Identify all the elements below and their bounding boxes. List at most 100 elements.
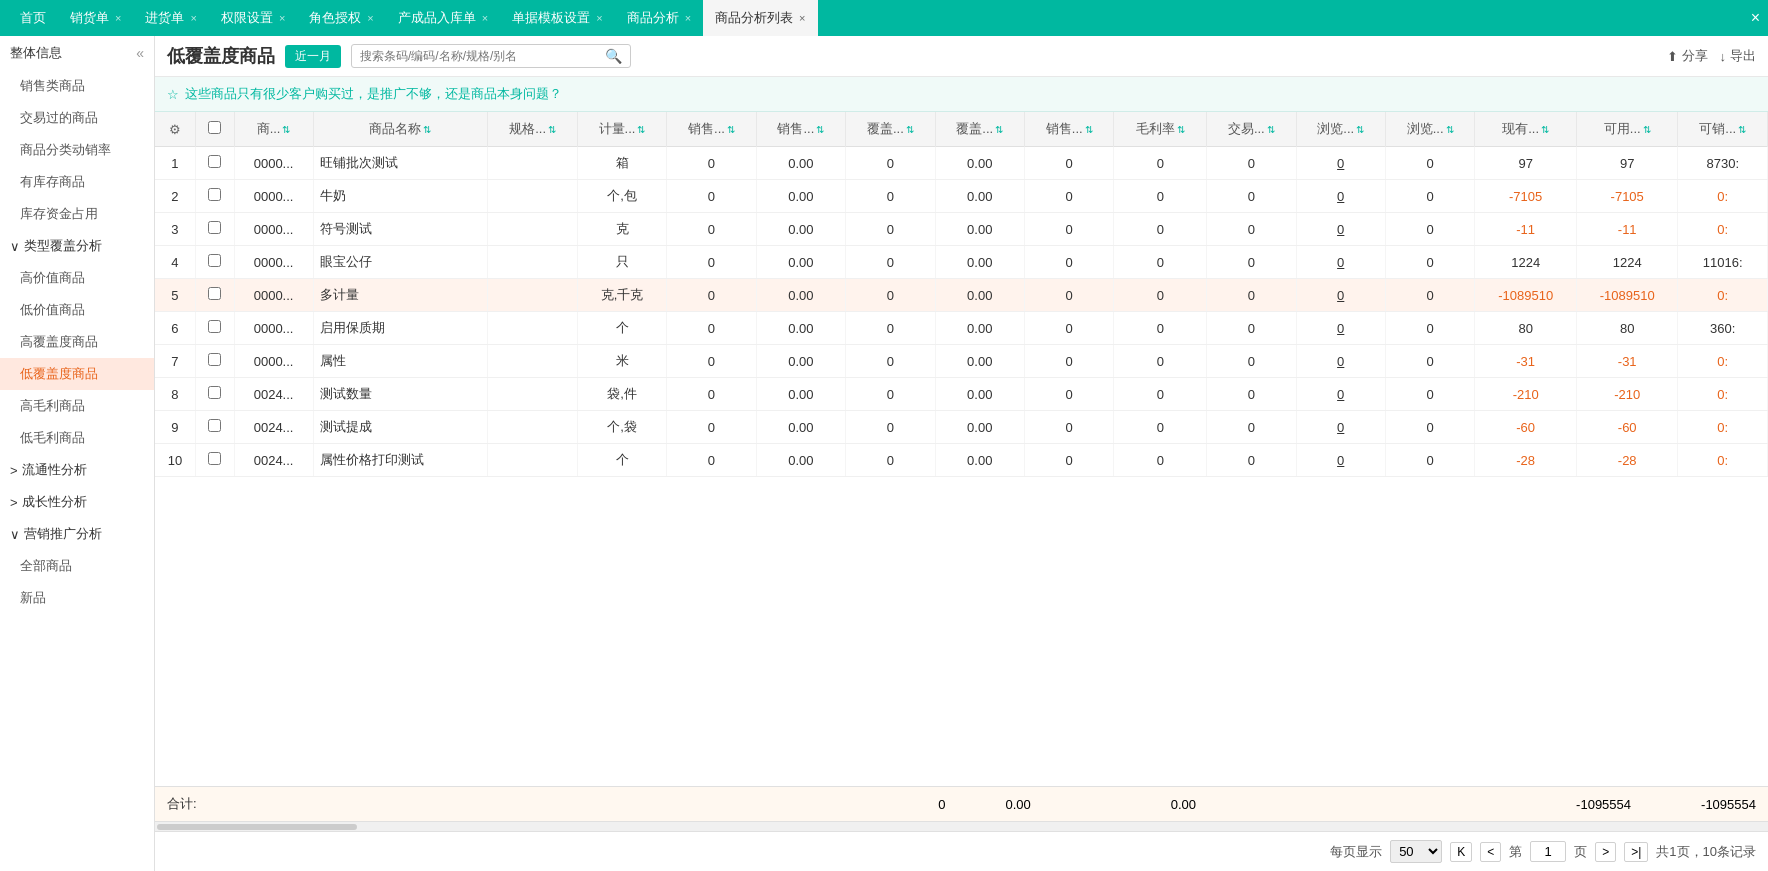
sidebar-item-traded-goods[interactable]: 交易过的商品: [0, 102, 154, 134]
sidebar-section-overall[interactable]: 整体信息 «: [0, 36, 154, 70]
close-tab-sales[interactable]: ×: [115, 12, 121, 24]
row-checkbox[interactable]: [195, 279, 234, 312]
row-cover1: 0: [846, 411, 935, 444]
row-sales3: 0: [1024, 411, 1113, 444]
sidebar-item-in-stock[interactable]: 有库存商品: [0, 166, 154, 198]
sidebar-group-marketing[interactable]: ∨ 营销推广分析: [0, 518, 154, 550]
row-browse1[interactable]: 0: [1296, 147, 1385, 180]
nav-tab-roles[interactable]: 角色授权 ×: [297, 0, 385, 36]
sidebar-item-inventory-funds[interactable]: 库存资金占用: [0, 198, 154, 230]
row-cover1: 0: [846, 345, 935, 378]
row-checkbox[interactable]: [195, 378, 234, 411]
row-browse1[interactable]: 0: [1296, 312, 1385, 345]
page-number-input[interactable]: [1530, 841, 1566, 862]
sidebar-item-sales-goods[interactable]: 销售类商品: [0, 70, 154, 102]
sidebar-item-low-gross[interactable]: 低毛利商品: [0, 422, 154, 454]
col-checkbox[interactable]: [195, 112, 234, 147]
sidebar-section-label: 整体信息: [10, 44, 62, 62]
close-all-tabs[interactable]: ×: [1751, 9, 1760, 27]
nav-tab-template[interactable]: 单据模板设置 ×: [500, 0, 614, 36]
per-page-select[interactable]: 50 100: [1390, 840, 1442, 863]
sidebar-item-low-value[interactable]: 低价值商品: [0, 294, 154, 326]
export-btn[interactable]: ↓ 导出: [1720, 47, 1757, 65]
close-tab-analysis[interactable]: ×: [685, 12, 691, 24]
row-checkbox[interactable]: [195, 312, 234, 345]
nav-tab-analysis-list[interactable]: 商品分析列表 ×: [703, 0, 817, 36]
row-checkbox[interactable]: [195, 147, 234, 180]
row-browse1[interactable]: 0: [1296, 213, 1385, 246]
row-sales-amt: 0.00: [756, 213, 845, 246]
row-browse1[interactable]: 0: [1296, 444, 1385, 477]
select-all-checkbox[interactable]: [208, 121, 221, 134]
last-page-btn[interactable]: >|: [1624, 842, 1648, 862]
date-filter-btn[interactable]: 近一月: [285, 45, 341, 68]
sidebar-item-new-goods[interactable]: 新品: [0, 582, 154, 614]
row-browse1[interactable]: 0: [1296, 411, 1385, 444]
close-tab-permissions[interactable]: ×: [279, 12, 285, 24]
first-page-btn[interactable]: K: [1450, 842, 1472, 862]
row-checkbox[interactable]: [195, 246, 234, 279]
col-unit[interactable]: 计量...⇅: [577, 112, 666, 147]
col-saleable[interactable]: 可销...⇅: [1678, 112, 1768, 147]
col-browse1[interactable]: 浏览...⇅: [1296, 112, 1385, 147]
share-btn[interactable]: ⬆ 分享: [1667, 47, 1708, 65]
sidebar-item-high-value[interactable]: 高价值商品: [0, 262, 154, 294]
row-available: -31: [1576, 345, 1678, 378]
col-settings[interactable]: ⚙: [155, 112, 195, 147]
close-tab-template[interactable]: ×: [596, 12, 602, 24]
close-tab-analysis-list[interactable]: ×: [799, 12, 805, 24]
row-browse1[interactable]: 0: [1296, 279, 1385, 312]
close-tab-finished[interactable]: ×: [482, 12, 488, 24]
next-page-btn[interactable]: >: [1595, 842, 1616, 862]
scrollbar-thumb[interactable]: [157, 824, 357, 830]
row-checkbox[interactable]: [195, 411, 234, 444]
row-code: 0024...: [234, 411, 313, 444]
nav-tab-sales[interactable]: 销货单 ×: [58, 0, 133, 36]
col-cover2[interactable]: 覆盖...⇅: [935, 112, 1024, 147]
col-trade[interactable]: 交易...⇅: [1207, 112, 1296, 147]
col-available[interactable]: 可用...⇅: [1576, 112, 1678, 147]
sidebar-group-coverage[interactable]: ∨ 类型覆盖分析: [0, 230, 154, 262]
row-browse1[interactable]: 0: [1296, 246, 1385, 279]
settings-icon[interactable]: ⚙: [169, 122, 181, 137]
nav-tab-permissions[interactable]: 权限设置 ×: [209, 0, 297, 36]
col-cover1[interactable]: 覆盖...⇅: [846, 112, 935, 147]
col-sales3[interactable]: 销售...⇅: [1024, 112, 1113, 147]
sidebar-item-high-gross[interactable]: 高毛利商品: [0, 390, 154, 422]
sidebar-item-category-rate[interactable]: 商品分类动销率: [0, 134, 154, 166]
search-icon[interactable]: 🔍: [605, 48, 622, 64]
row-sales-qty: 0: [667, 312, 756, 345]
search-input[interactable]: [360, 49, 605, 63]
sidebar-group-circulation[interactable]: > 流通性分析: [0, 454, 154, 486]
nav-tab-purchase[interactable]: 进货单 ×: [133, 0, 208, 36]
row-checkbox[interactable]: [195, 345, 234, 378]
col-browse2[interactable]: 浏览...⇅: [1385, 112, 1474, 147]
col-name[interactable]: 商品名称⇅: [313, 112, 488, 147]
nav-tab-home[interactable]: 首页: [8, 0, 58, 36]
row-checkbox[interactable]: [195, 444, 234, 477]
col-sales-amt[interactable]: 销售...⇅: [756, 112, 845, 147]
col-gross[interactable]: 毛利率⇅: [1114, 112, 1207, 147]
close-tab-roles[interactable]: ×: [367, 12, 373, 24]
row-checkbox[interactable]: [195, 180, 234, 213]
sidebar-item-high-coverage[interactable]: 高覆盖度商品: [0, 326, 154, 358]
horizontal-scrollbar[interactable]: [155, 821, 1768, 831]
sidebar-item-low-coverage[interactable]: 低覆盖度商品: [0, 358, 154, 390]
sidebar-collapse-btn[interactable]: «: [136, 45, 144, 61]
footer-cover2: 0.00: [1171, 797, 1196, 812]
nav-tab-finished[interactable]: 产成品入库单 ×: [386, 0, 500, 36]
sidebar-item-all-goods[interactable]: 全部商品: [0, 550, 154, 582]
row-browse1[interactable]: 0: [1296, 378, 1385, 411]
close-tab-purchase[interactable]: ×: [190, 12, 196, 24]
row-browse1[interactable]: 0: [1296, 345, 1385, 378]
row-sales-qty: 0: [667, 411, 756, 444]
col-code[interactable]: 商...⇅: [234, 112, 313, 147]
sidebar-group-growth[interactable]: > 成长性分析: [0, 486, 154, 518]
col-spec[interactable]: 规格...⇅: [488, 112, 577, 147]
row-browse1[interactable]: 0: [1296, 180, 1385, 213]
prev-page-btn[interactable]: <: [1480, 842, 1501, 862]
col-sales-qty[interactable]: 销售...⇅: [667, 112, 756, 147]
nav-tab-analysis[interactable]: 商品分析 ×: [615, 0, 703, 36]
col-current[interactable]: 现有...⇅: [1475, 112, 1577, 147]
row-checkbox[interactable]: [195, 213, 234, 246]
